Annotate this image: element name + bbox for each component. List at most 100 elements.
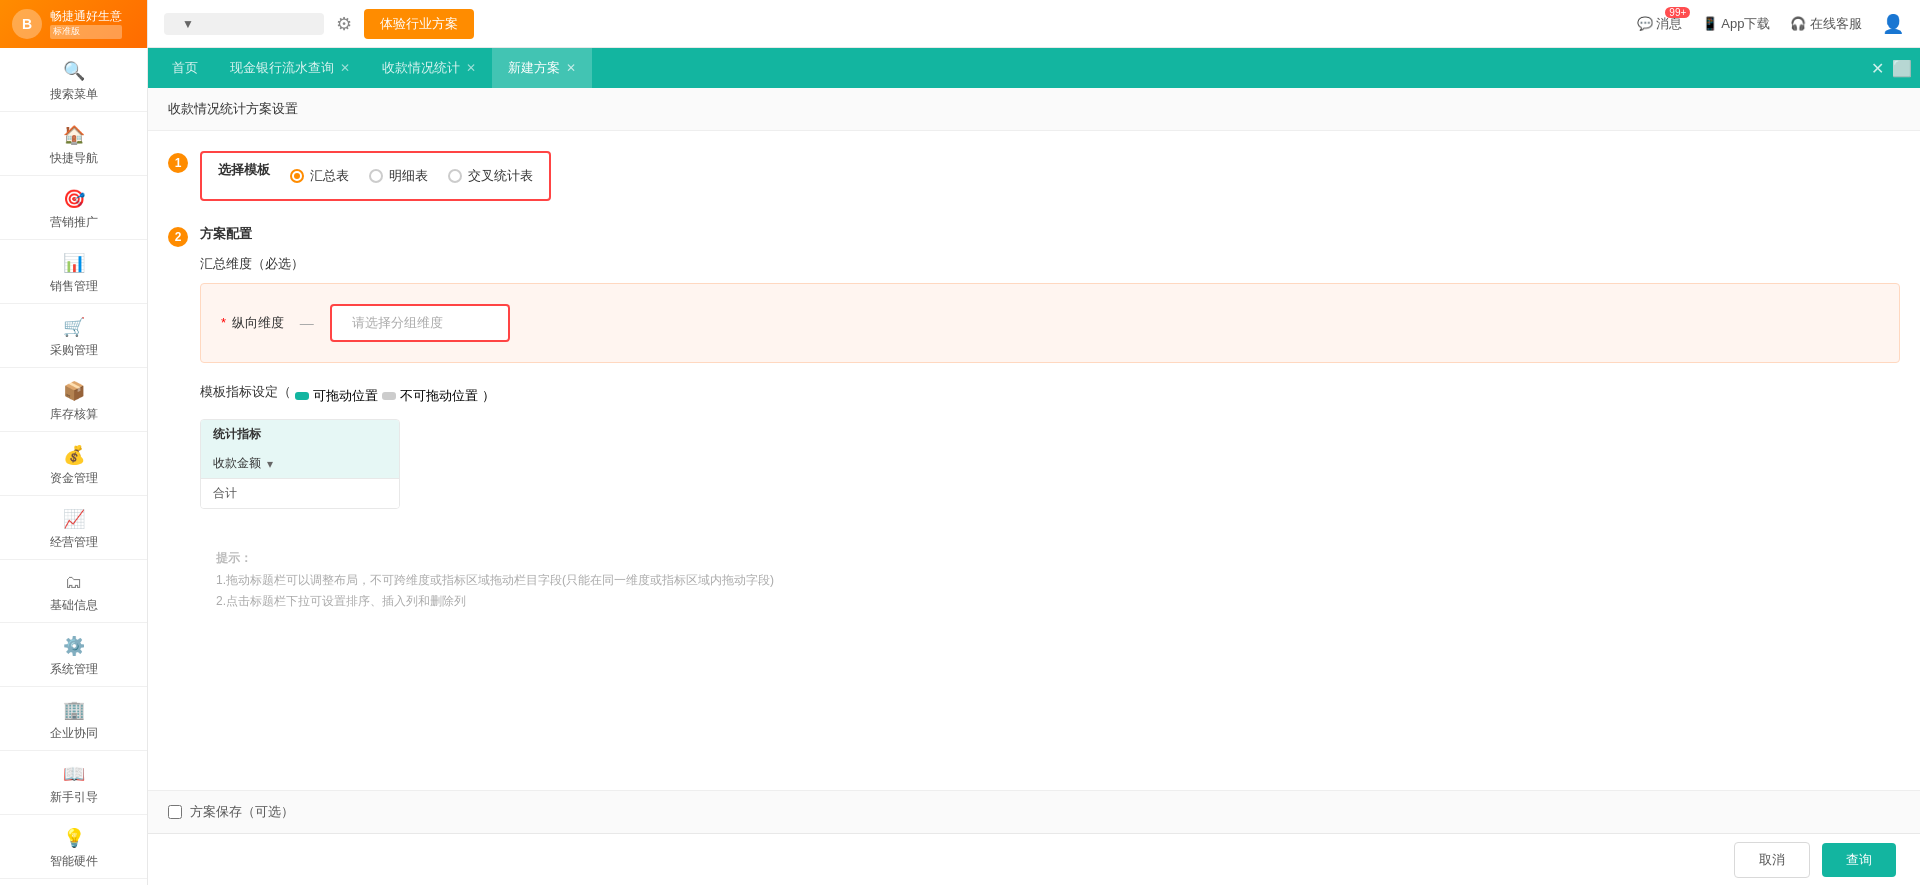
user-avatar: 👤 — [1882, 14, 1904, 34]
hint-close: ） — [482, 387, 495, 405]
sidebar-item-label: 营销推广 — [50, 214, 98, 231]
tab-home-label: 首页 — [172, 59, 198, 77]
service-area[interactable]: 🎧 在线客服 — [1790, 15, 1862, 33]
tab-controls: ✕ ⬜ — [1871, 59, 1912, 78]
query-button[interactable]: 查询 — [1822, 843, 1896, 877]
template-select-box: 选择模板 汇总表 明细表 — [200, 151, 551, 201]
home-icon: 🏠 — [63, 124, 85, 146]
hint-fixed: 不可拖动位置 — [382, 387, 478, 405]
radio-detail[interactable]: 明细表 — [369, 167, 428, 185]
tab-collection-stats[interactable]: 收款情况统计 ✕ — [366, 48, 492, 88]
notification-label: 消息 — [1656, 16, 1682, 31]
hint-fixed-label: 不可拖动位置 — [400, 387, 478, 405]
tab-bar: 首页 现金银行流水查询 ✕ 收款情况统计 ✕ 新建方案 ✕ ✕ ⬜ — [148, 48, 1920, 88]
logo-text-area: 畅捷通好生意 标准版 — [50, 9, 122, 38]
metrics-header: 模板指标设定（ 可拖动位置 不可拖动位置 ） — [200, 383, 1900, 409]
tab-bank-flow[interactable]: 现金银行流水查询 ✕ — [214, 48, 366, 88]
system-icon: ⚙️ — [63, 635, 85, 657]
trial-button[interactable]: 体验行业方案 — [364, 9, 474, 39]
sidebar-item-enterprise[interactable]: 🏢 企业协同 — [0, 687, 147, 751]
sidebar-item-nav[interactable]: 🏠 快捷导航 — [0, 112, 147, 176]
sidebar-item-hardware[interactable]: 💡 智能硬件 — [0, 815, 147, 879]
tab-home[interactable]: 首页 — [156, 48, 214, 88]
tab-close-icon[interactable]: ✕ — [1871, 59, 1884, 78]
dim-select-dropdown[interactable]: 请选择分组维度 — [330, 304, 510, 342]
sidebar-item-system[interactable]: ⚙️ 系统管理 — [0, 623, 147, 687]
marketing-icon: 🎯 — [63, 188, 85, 210]
sidebar-item-label: 经营管理 — [50, 534, 98, 551]
main-panel: 收款情况统计方案设置 1 选择模板 汇总表 — [148, 88, 1920, 833]
sidebar-item-purchase[interactable]: 🛒 采购管理 — [0, 304, 147, 368]
download-area[interactable]: 📱 App下载 — [1702, 15, 1770, 33]
col-header-label: 收款金额 — [213, 455, 261, 472]
section2-number: 2 — [168, 227, 188, 247]
tips-section: 提示： 1.拖动标题栏可以调整布局，不可跨维度或指标区域拖动栏目字段(只能在同一… — [200, 536, 1900, 625]
section2-title: 方案配置 — [200, 225, 252, 243]
sidebar-item-label: 库存核算 — [50, 406, 98, 423]
sidebar-item-label: 智能硬件 — [50, 853, 98, 870]
panel-body: 1 选择模板 汇总表 — [148, 131, 1920, 790]
stats-col-header[interactable]: 收款金额 ▾ — [201, 449, 399, 478]
page-title: 收款情况统计方案设置 — [168, 101, 298, 116]
sidebar-item-sales[interactable]: 📊 销售管理 — [0, 240, 147, 304]
sidebar-item-marketing[interactable]: 🎯 营销推广 — [0, 176, 147, 240]
sidebar-item-label: 快捷导航 — [50, 150, 98, 167]
sidebar-item-label: 企业协同 — [50, 725, 98, 742]
sidebar-item-finance[interactable]: 💰 资金管理 — [0, 432, 147, 496]
basic-icon: 🗂 — [65, 572, 83, 593]
sidebar-item-inventory[interactable]: 📦 库存核算 — [0, 368, 147, 432]
tip1-text: 1.拖动标题栏可以调整布局，不可跨维度或指标区域拖动栏目字段(只能在同一维度或指… — [216, 570, 1884, 592]
draggable-indicator — [295, 392, 309, 400]
vertical-dim-label: * 纵向维度 — [221, 314, 284, 332]
breadcrumb-arrow-icon: ▼ — [182, 17, 194, 31]
fixed-indicator — [382, 392, 396, 400]
radio-cross-circle — [448, 169, 462, 183]
download-icon: 📱 — [1702, 16, 1718, 31]
notification-area[interactable]: 💬 消息 99+ — [1637, 15, 1683, 33]
sidebar-item-label: 基础信息 — [50, 597, 98, 614]
sidebar: B 畅捷通好生意 标准版 🔍 搜索菜单 🏠 快捷导航 🎯 营销推广 📊 销售管理… — [0, 0, 148, 885]
radio-detail-label: 明细表 — [389, 167, 428, 185]
tips-title: 提示： — [216, 551, 252, 565]
enterprise-icon: 🏢 — [63, 699, 85, 721]
save-checkbox[interactable] — [168, 805, 182, 819]
inventory-icon: 📦 — [63, 380, 85, 402]
radio-cross-label: 交叉统计表 — [468, 167, 533, 185]
radio-summary[interactable]: 汇总表 — [290, 167, 349, 185]
radio-cross[interactable]: 交叉统计表 — [448, 167, 533, 185]
sidebar-item-basic[interactable]: 🗂 基础信息 — [0, 560, 147, 623]
hint-draggable-label: 可拖动位置 — [313, 387, 378, 405]
tab-new-plan[interactable]: 新建方案 ✕ — [492, 48, 592, 88]
sidebar-item-search[interactable]: 🔍 搜索菜单 — [0, 48, 147, 112]
user-area[interactable]: 👤 — [1882, 13, 1904, 35]
tab-collection-stats-close-icon[interactable]: ✕ — [466, 61, 476, 75]
footer-bar: 取消 查询 — [148, 833, 1920, 885]
bottom-save-area: 方案保存（可选） — [148, 790, 1920, 833]
purchase-icon: 🛒 — [63, 316, 85, 338]
tab-bank-flow-close-icon[interactable]: ✕ — [340, 61, 350, 75]
section1-content: 选择模板 汇总表 明细表 — [200, 151, 1900, 201]
tab-new-plan-close-icon[interactable]: ✕ — [566, 61, 576, 75]
logo-name: 畅捷通好生意 — [50, 9, 122, 25]
sidebar-item-label: 系统管理 — [50, 661, 98, 678]
breadcrumb: ▼ — [164, 13, 324, 35]
stats-table: 统计指标 收款金额 ▾ 合计 — [200, 419, 400, 509]
metrics-config-label: 模板指标设定（ — [200, 383, 291, 401]
summary-dim-section: 汇总维度（必选） * 纵向维度 — 请选择分组维度 — [200, 255, 1900, 363]
sidebar-item-management[interactable]: 📈 经营管理 — [0, 496, 147, 560]
sidebar-item-wechat[interactable]: 💬 企业微信 — [0, 879, 147, 885]
dim-arrow-icon: — — [300, 315, 314, 331]
section2-row: 2 方案配置 汇总维度（必选） * 纵向维度 — [168, 225, 1900, 625]
dimension-area: * 纵向维度 — 请选择分组维度 — [200, 283, 1900, 363]
sales-icon: 📊 — [63, 252, 85, 274]
gear-icon[interactable]: ⚙ — [336, 13, 352, 35]
cancel-button[interactable]: 取消 — [1734, 842, 1810, 878]
search-menu-icon: 🔍 — [63, 60, 85, 82]
save-label: 方案保存（可选） — [190, 803, 294, 821]
sidebar-item-guide[interactable]: 📖 新手引导 — [0, 751, 147, 815]
logo-badge: 标准版 — [50, 25, 122, 39]
tab-maximize-icon[interactable]: ⬜ — [1892, 59, 1912, 78]
notification-badge: 99+ — [1665, 7, 1690, 18]
header-left: ▼ ⚙ 体验行业方案 — [164, 9, 474, 39]
sidebar-menu: 🔍 搜索菜单 🏠 快捷导航 🎯 营销推广 📊 销售管理 🛒 采购管理 📦 库存核… — [0, 48, 147, 885]
